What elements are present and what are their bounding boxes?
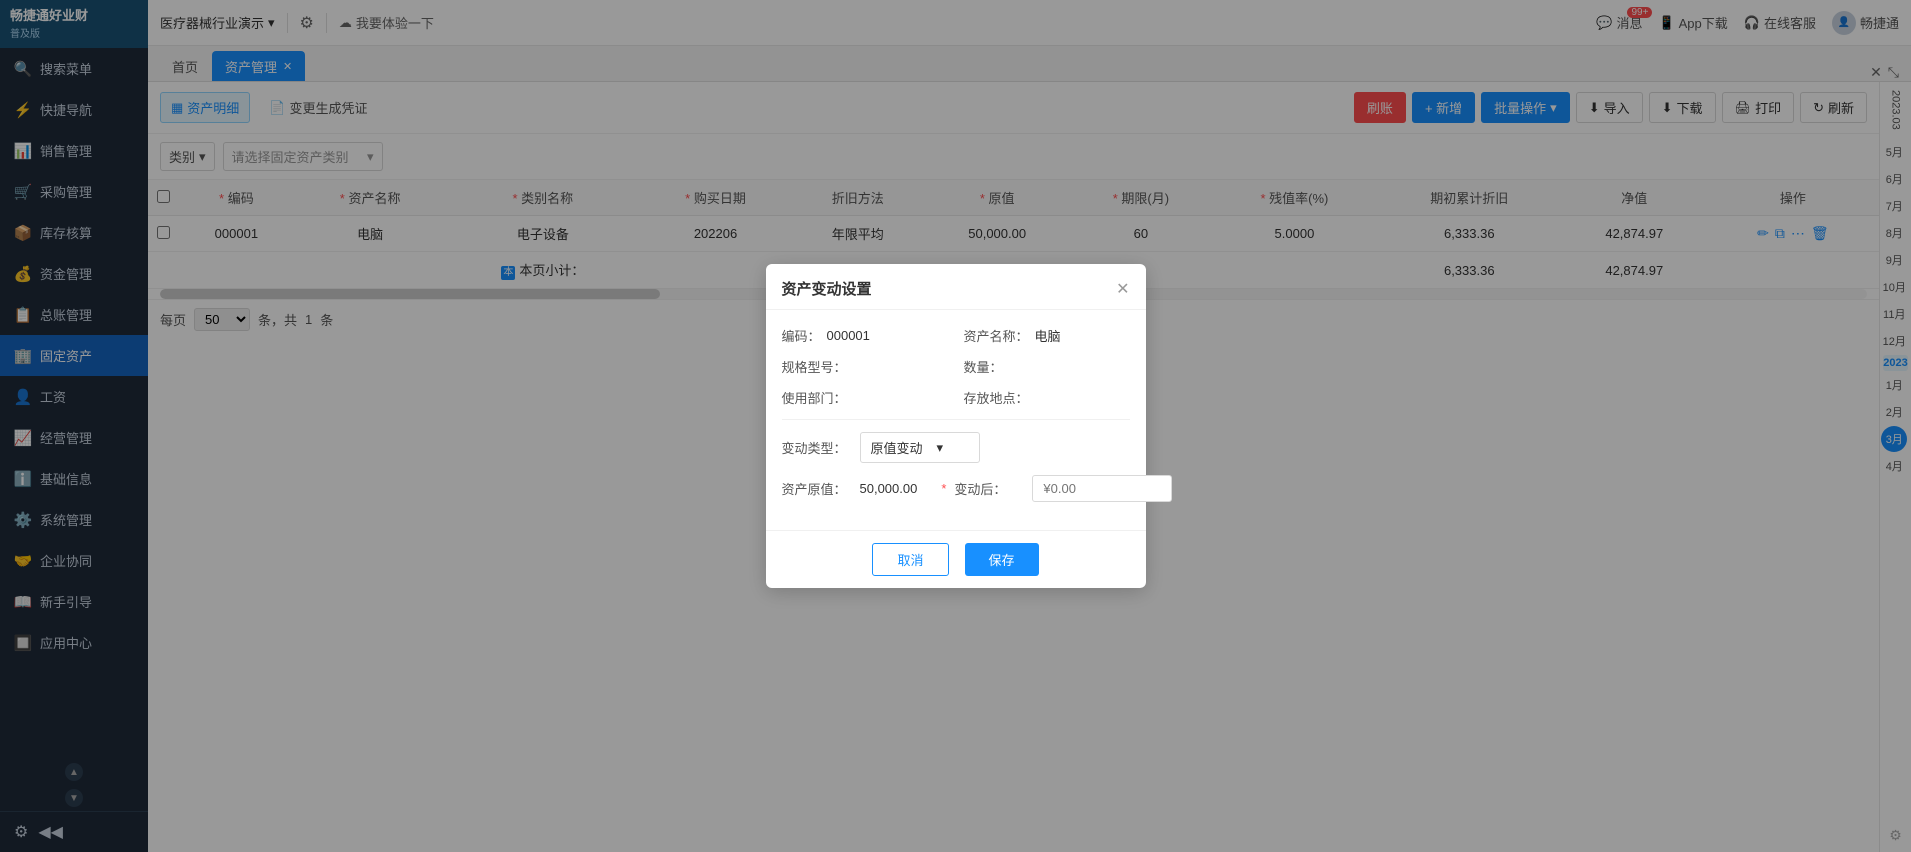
dialog-change-type-row: 变动类型： 原值变动 ▾ (782, 432, 1130, 463)
dialog-name-value: 电脑 (1035, 326, 1061, 345)
save-btn[interactable]: 保存 (965, 543, 1039, 576)
dialog-spec-label: 规格型号： (782, 357, 847, 376)
dialog-footer: 取消 保存 (766, 530, 1146, 588)
asset-change-dialog: 资产变动设置 ✕ 编码： 000001 资产名称： 电脑 规格型号： (766, 264, 1146, 588)
dialog-code-label: 编码： (782, 326, 821, 345)
dialog-quantity-field: 数量： (964, 357, 1130, 376)
cancel-btn-label: 取消 (897, 553, 923, 568)
dialog-quantity-label: 数量： (964, 357, 1003, 376)
change-type-dropdown-icon: ▾ (937, 440, 944, 456)
after-change-input[interactable] (1032, 475, 1172, 502)
dialog-title: 资产变动设置 (782, 278, 872, 299)
cancel-btn[interactable]: 取消 (872, 543, 948, 576)
dialog-dept-field: 使用部门： (782, 388, 948, 407)
dialog-spec-field: 规格型号： (782, 357, 948, 376)
dialog-body: 编码： 000001 资产名称： 电脑 规格型号： 数量： (766, 310, 1146, 530)
dialog-close-icon[interactable]: ✕ (1116, 279, 1129, 299)
dialog-location-label: 存放地点： (964, 388, 1029, 407)
dialog-row-3: 使用部门： 存放地点： (782, 388, 1130, 407)
change-type-value: 原值变动 (871, 438, 923, 457)
dialog-value-row: 资产原值： 50,000.00 * 变动后： (782, 475, 1130, 502)
dialog-code-field: 编码： 000001 (782, 326, 948, 345)
dialog-dept-label: 使用部门： (782, 388, 847, 407)
asset-value: 50,000.00 (860, 481, 918, 496)
save-btn-label: 保存 (989, 553, 1015, 568)
dialog-name-field: 资产名称： 电脑 (964, 326, 1130, 345)
dialog-header: 资产变动设置 ✕ (766, 264, 1146, 310)
dialog-row-2: 规格型号： 数量： (782, 357, 1130, 376)
after-change-required: * (941, 481, 946, 496)
dialog-divider (782, 419, 1130, 420)
dialog-row-1: 编码： 000001 资产名称： 电脑 (782, 326, 1130, 345)
change-type-select[interactable]: 原值变动 ▾ (860, 432, 980, 463)
dialog-location-field: 存放地点： (964, 388, 1130, 407)
change-type-label: 变动类型： (782, 438, 852, 457)
dialog-code-value: 000001 (827, 328, 870, 343)
modal-overlay: 资产变动设置 ✕ 编码： 000001 资产名称： 电脑 规格型号： (0, 0, 1911, 852)
after-change-label: 变动后： (954, 479, 1024, 498)
asset-value-label: 资产原值： (782, 479, 852, 498)
dialog-name-label: 资产名称： (964, 326, 1029, 345)
